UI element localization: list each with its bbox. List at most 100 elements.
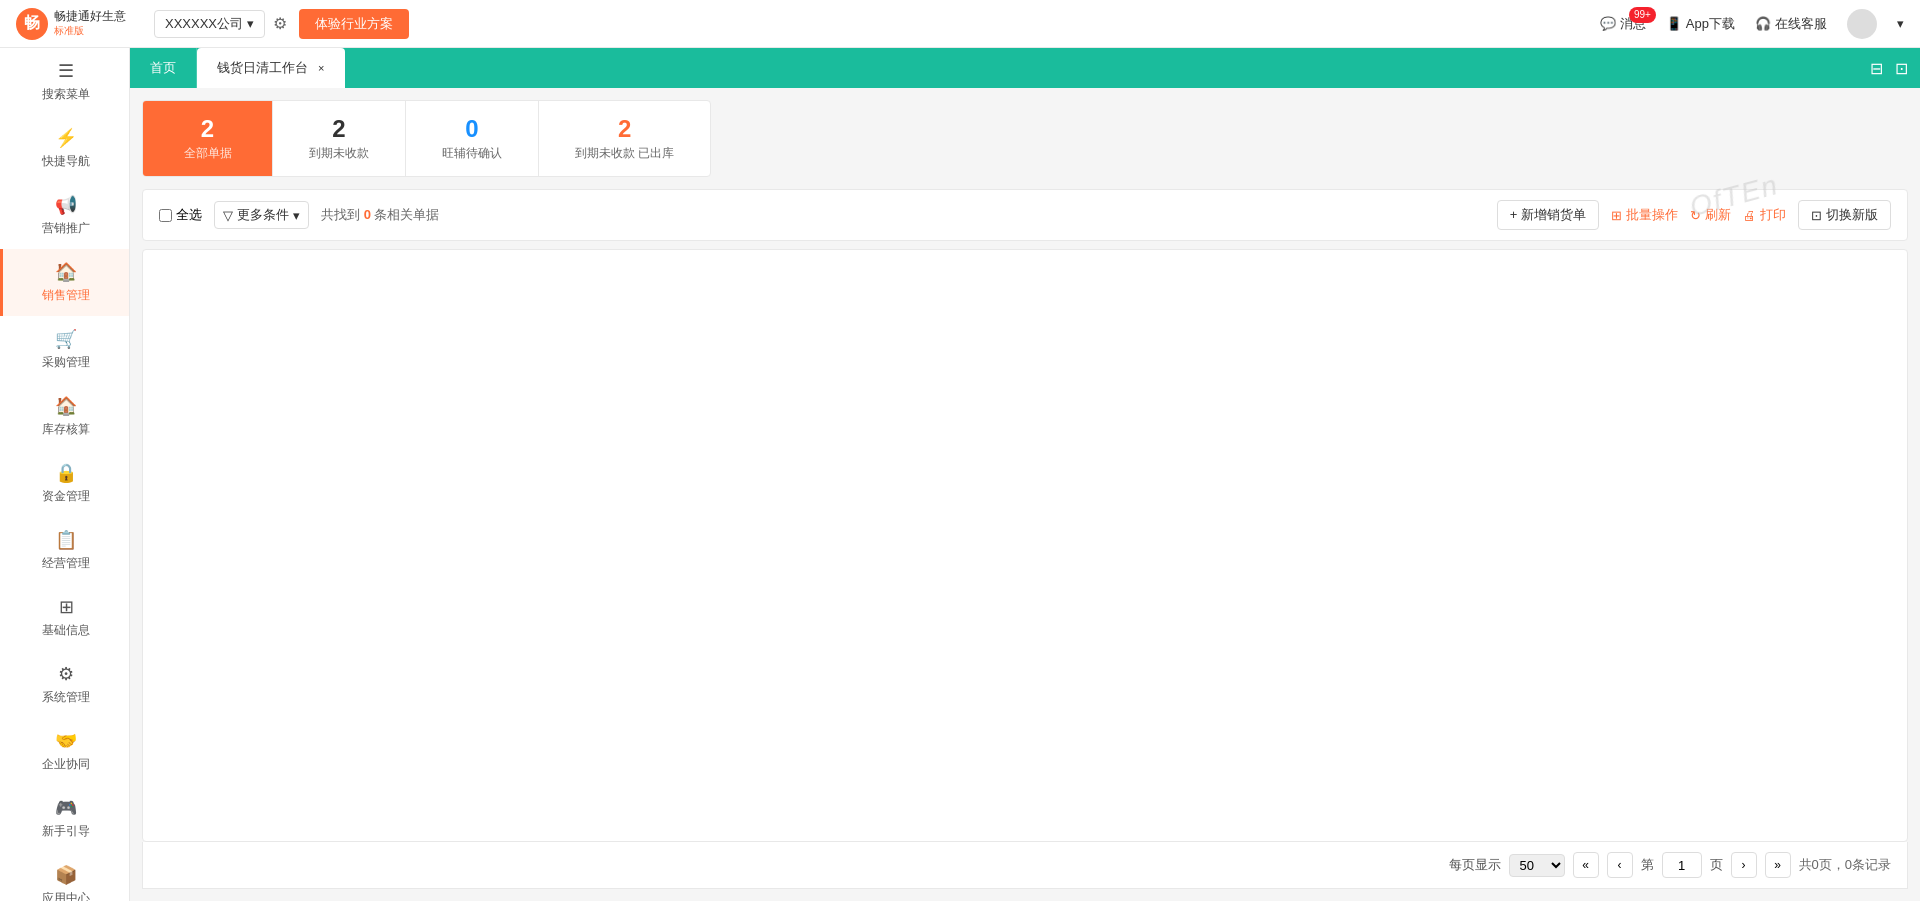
page-input[interactable]: 1 (1662, 852, 1702, 878)
stat-shipped[interactable]: 2 到期未收款 已出库 (539, 101, 710, 176)
stat-shipped-label: 到期未收款 已出库 (575, 145, 674, 162)
tab-close-icon[interactable]: × (318, 62, 324, 74)
sidebar-label: 基础信息 (42, 622, 90, 639)
stat-pending-number: 0 (465, 115, 478, 143)
sidebar-item-guide[interactable]: 🎮 新手引导 (0, 785, 129, 852)
tab-workbench[interactable]: 钱货日清工作台 × (197, 48, 345, 88)
stat-all[interactable]: 2 全部单据 (143, 101, 273, 176)
sidebar-label: 库存核算 (42, 421, 90, 438)
next-page-btn[interactable]: › (1731, 852, 1757, 878)
app-logo: 畅 畅捷通好生意 标准版 (16, 8, 146, 40)
settings-icon[interactable]: ⚙ (273, 14, 287, 33)
company-selector[interactable]: XXXXXX公司 ▾ (154, 10, 265, 38)
sidebar-label: 经营管理 (42, 555, 90, 572)
sidebar-item-sales[interactable]: 🏠 销售管理 (0, 249, 129, 316)
app-download-btn[interactable]: 📱 App下载 (1666, 15, 1735, 33)
refresh-icon: ↻ (1690, 208, 1701, 223)
chevron-down-icon: ▾ (293, 208, 300, 223)
sidebar-item-search[interactable]: ☰ 搜索菜单 (0, 48, 129, 115)
sidebar-item-appstore[interactable]: 📦 应用中心 (0, 852, 129, 901)
nav-icon: ⚡ (55, 127, 77, 149)
maximize-icon[interactable]: ⊡ (1895, 59, 1908, 78)
workbench-tab-label: 钱货日清工作台 (217, 59, 308, 77)
stat-shipped-number: 2 (618, 115, 631, 143)
marketing-icon: 📢 (55, 194, 77, 216)
batch-icon: ⊞ (1611, 208, 1622, 223)
select-all-label: 全选 (176, 206, 202, 224)
last-page-btn[interactable]: » (1765, 852, 1791, 878)
first-page-btn[interactable]: « (1573, 852, 1599, 878)
toolbar-left: 全选 ▽ 更多条件 ▾ 共找到 0 条相关单据 (159, 201, 1485, 229)
sidebar-label: 系统管理 (42, 689, 90, 706)
add-btn[interactable]: + 新增销货单 (1497, 200, 1599, 230)
sidebar-item-marketing[interactable]: 📢 营销推广 (0, 182, 129, 249)
home-tab-label: 首页 (150, 59, 176, 77)
logo-text: 畅捷通好生意 (54, 9, 126, 25)
sidebar-item-inventory[interactable]: 🏠 库存核算 (0, 383, 129, 450)
toolbar: 全选 ▽ 更多条件 ▾ 共找到 0 条相关单据 + 新增销货单 ⊞ 批量操作 (142, 189, 1908, 241)
user-name[interactable]: ▾ (1897, 16, 1904, 31)
tabbar-actions: ⊟ ⊡ (1870, 48, 1920, 88)
topbar-right: 💬 消息 99+ 📱 App下载 🎧 在线客服 ▾ (1600, 9, 1904, 39)
sidebar-item-finance[interactable]: 🔒 资金管理 (0, 450, 129, 517)
sidebar-item-nav[interactable]: ⚡ 快捷导航 (0, 115, 129, 182)
prev-page-btn[interactable]: ‹ (1607, 852, 1633, 878)
minimize-icon[interactable]: ⊟ (1870, 59, 1883, 78)
tab-home[interactable]: 首页 (130, 48, 197, 88)
switch-icon: ⊡ (1811, 208, 1822, 223)
topbar: 畅 畅捷通好生意 标准版 XXXXXX公司 ▾ ⚙ 体验行业方案 💬 消息 99… (0, 0, 1920, 48)
stat-overdue-number: 2 (332, 115, 345, 143)
found-count: 0 (364, 207, 371, 222)
page-content: 2 全部单据 2 到期未收款 0 旺辅待确认 2 到期未收款 已出库 全选 (130, 88, 1920, 901)
online-service-btn[interactable]: 🎧 在线客服 (1755, 15, 1827, 33)
select-all-checkbox[interactable] (159, 209, 172, 222)
filter-btn[interactable]: ▽ 更多条件 ▾ (214, 201, 309, 229)
sidebar-item-system[interactable]: ⚙ 系统管理 (0, 651, 129, 718)
print-icon: 🖨 (1743, 208, 1756, 223)
stat-all-number: 2 (201, 115, 214, 143)
sidebar-item-operation[interactable]: 📋 经营管理 (0, 517, 129, 584)
sales-icon: 🏠 (55, 261, 77, 283)
download-icon: 📱 (1666, 16, 1682, 31)
batch-btn[interactable]: ⊞ 批量操作 (1611, 206, 1678, 224)
filter-icon: ▽ (223, 208, 233, 223)
sidebar-label: 搜索菜单 (42, 86, 90, 103)
logo-sub: 标准版 (54, 24, 126, 38)
message-btn[interactable]: 💬 消息 99+ (1600, 15, 1646, 33)
per-page-select[interactable]: 50 100 200 (1509, 854, 1565, 877)
trial-btn[interactable]: 体验行业方案 (299, 9, 409, 39)
print-btn[interactable]: 🖨 打印 (1743, 206, 1786, 224)
pagination: 每页显示 50 100 200 « ‹ 第 1 页 › » 共0页，0条记录 (142, 842, 1908, 889)
stat-pending-label: 旺辅待确认 (442, 145, 502, 162)
stat-overdue[interactable]: 2 到期未收款 (273, 101, 406, 176)
stat-all-label: 全部单据 (184, 145, 232, 162)
sidebar-label: 营销推广 (42, 220, 90, 237)
sidebar-item-collab[interactable]: 🤝 企业协同 (0, 718, 129, 785)
table-area (142, 249, 1908, 842)
refresh-btn[interactable]: ↻ 刷新 (1690, 206, 1731, 224)
main-content: 首页 钱货日清工作台 × ⊟ ⊡ 2 全部单据 2 到期未收款 0 旺辅待确认 (130, 48, 1920, 901)
chevron-down-icon: ▾ (247, 16, 254, 31)
guide-icon: 🎮 (55, 797, 77, 819)
select-all-wrapper[interactable]: 全选 (159, 206, 202, 224)
sidebar: ☰ 搜索菜单 ⚡ 快捷导航 📢 营销推广 🏠 销售管理 🛒 采购管理 🏠 库存核… (0, 48, 130, 901)
toolbar-right: + 新增销货单 ⊞ 批量操作 ↻ 刷新 🖨 打印 ⊡ 切换新版 (1497, 200, 1891, 230)
search-menu-icon: ☰ (58, 60, 74, 82)
sidebar-label: 快捷导航 (42, 153, 90, 170)
message-badge: 99+ (1629, 7, 1656, 23)
purchase-icon: 🛒 (55, 328, 77, 350)
page-suffix: 页 (1710, 856, 1723, 874)
avatar[interactable] (1847, 9, 1877, 39)
found-text: 共找到 0 条相关单据 (321, 206, 439, 224)
per-page-label: 每页显示 (1449, 856, 1501, 874)
collab-icon: 🤝 (55, 730, 77, 752)
sidebar-label: 新手引导 (42, 823, 90, 840)
switch-btn[interactable]: ⊡ 切换新版 (1798, 200, 1891, 230)
stat-pending[interactable]: 0 旺辅待确认 (406, 101, 539, 176)
logo-icon: 畅 (16, 8, 48, 40)
service-icon: 🎧 (1755, 16, 1771, 31)
stat-overdue-label: 到期未收款 (309, 145, 369, 162)
sidebar-item-purchase[interactable]: 🛒 采购管理 (0, 316, 129, 383)
basic-icon: ⊞ (59, 596, 74, 618)
sidebar-item-basic[interactable]: ⊞ 基础信息 (0, 584, 129, 651)
